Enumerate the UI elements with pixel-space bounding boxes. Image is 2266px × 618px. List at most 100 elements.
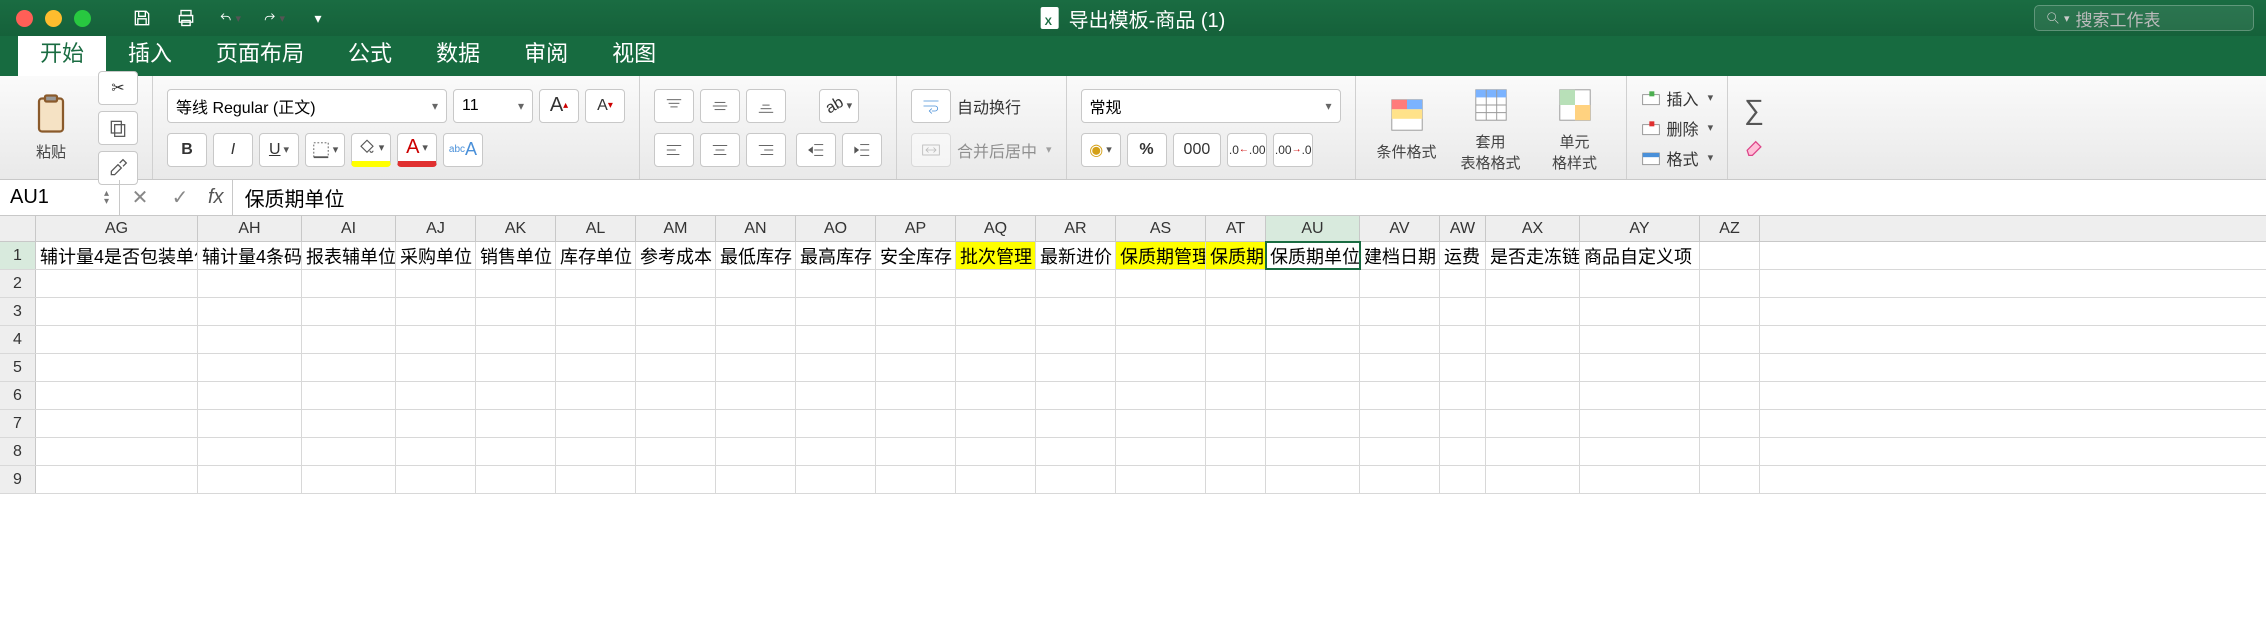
cell-AU3[interactable] — [1266, 298, 1360, 325]
cell-AT1[interactable]: 保质期 — [1206, 242, 1266, 269]
cell-AJ3[interactable] — [396, 298, 476, 325]
col-header-AZ[interactable]: AZ — [1700, 216, 1760, 241]
number-format-combo[interactable]: 常规▾ — [1081, 89, 1341, 123]
cell-AU5[interactable] — [1266, 354, 1360, 381]
row-header-9[interactable]: 9 — [0, 466, 36, 493]
col-header-AY[interactable]: AY — [1580, 216, 1700, 241]
cell-AK1[interactable]: 销售单位 — [476, 242, 556, 269]
cell-AN3[interactable] — [716, 298, 796, 325]
cell-AZ9[interactable] — [1700, 466, 1760, 493]
cell-AI5[interactable] — [302, 354, 396, 381]
cell-AY7[interactable] — [1580, 410, 1700, 437]
cell-AR3[interactable] — [1036, 298, 1116, 325]
cell-AU4[interactable] — [1266, 326, 1360, 353]
align-right-button[interactable] — [746, 133, 786, 167]
cell-AT7[interactable] — [1206, 410, 1266, 437]
cell-AM3[interactable] — [636, 298, 716, 325]
col-header-AJ[interactable]: AJ — [396, 216, 476, 241]
col-header-AW[interactable]: AW — [1440, 216, 1486, 241]
name-box[interactable]: AU1 ▴▾ — [0, 180, 120, 215]
cell-AY1[interactable]: 商品自定义项 — [1580, 242, 1700, 269]
cell-AI6[interactable] — [302, 382, 396, 409]
cell-AI4[interactable] — [302, 326, 396, 353]
cell-AW6[interactable] — [1440, 382, 1486, 409]
cell-AT6[interactable] — [1206, 382, 1266, 409]
cell-AV5[interactable] — [1360, 354, 1440, 381]
cell-AX5[interactable] — [1486, 354, 1580, 381]
accounting-format-button[interactable]: ◉▾ — [1081, 133, 1121, 167]
cell-AH5[interactable] — [198, 354, 302, 381]
col-header-AO[interactable]: AO — [796, 216, 876, 241]
italic-button[interactable]: I — [213, 133, 253, 167]
cell-AM8[interactable] — [636, 438, 716, 465]
zoom-window-button[interactable] — [74, 10, 91, 27]
cell-AQ8[interactable] — [956, 438, 1036, 465]
cell-AO1[interactable]: 最高库存 — [796, 242, 876, 269]
cell-AK5[interactable] — [476, 354, 556, 381]
cell-AX2[interactable] — [1486, 270, 1580, 297]
col-header-AG[interactable]: AG — [36, 216, 198, 241]
underline-button[interactable]: U▾ — [259, 133, 299, 167]
font-color-button[interactable]: A▾ — [397, 133, 437, 167]
align-top-button[interactable] — [654, 89, 694, 123]
cell-AL1[interactable]: 库存单位 — [556, 242, 636, 269]
cell-AY8[interactable] — [1580, 438, 1700, 465]
row-header-2[interactable]: 2 — [0, 270, 36, 297]
cell-AI8[interactable] — [302, 438, 396, 465]
name-box-stepper[interactable]: ▴▾ — [104, 190, 109, 206]
col-header-AI[interactable]: AI — [302, 216, 396, 241]
col-header-AH[interactable]: AH — [198, 216, 302, 241]
delete-cells-button[interactable]: 删除▾ — [1641, 116, 1714, 140]
cell-AP7[interactable] — [876, 410, 956, 437]
cell-AM5[interactable] — [636, 354, 716, 381]
col-header-AT[interactable]: AT — [1206, 216, 1266, 241]
cell-AW3[interactable] — [1440, 298, 1486, 325]
cell-AP5[interactable] — [876, 354, 956, 381]
cell-AH8[interactable] — [198, 438, 302, 465]
cell-AZ7[interactable] — [1700, 410, 1760, 437]
cell-AO2[interactable] — [796, 270, 876, 297]
cell-AQ1[interactable]: 批次管理 — [956, 242, 1036, 269]
cell-AT2[interactable] — [1206, 270, 1266, 297]
col-header-AL[interactable]: AL — [556, 216, 636, 241]
cell-AO9[interactable] — [796, 466, 876, 493]
cell-AP1[interactable]: 安全库存 — [876, 242, 956, 269]
cell-AZ2[interactable] — [1700, 270, 1760, 297]
cell-AZ3[interactable] — [1700, 298, 1760, 325]
cell-AP8[interactable] — [876, 438, 956, 465]
cell-AP3[interactable] — [876, 298, 956, 325]
cell-AT8[interactable] — [1206, 438, 1266, 465]
row-header-8[interactable]: 8 — [0, 438, 36, 465]
cell-AM6[interactable] — [636, 382, 716, 409]
row-header-7[interactable]: 7 — [0, 410, 36, 437]
cell-AR5[interactable] — [1036, 354, 1116, 381]
cell-AG5[interactable] — [36, 354, 198, 381]
cell-AR9[interactable] — [1036, 466, 1116, 493]
cell-AK8[interactable] — [476, 438, 556, 465]
cell-AM4[interactable] — [636, 326, 716, 353]
cell-AQ2[interactable] — [956, 270, 1036, 297]
cell-AV4[interactable] — [1360, 326, 1440, 353]
cell-AQ6[interactable] — [956, 382, 1036, 409]
select-all-corner[interactable] — [0, 216, 36, 241]
cell-AZ1[interactable] — [1700, 242, 1760, 269]
cell-AJ2[interactable] — [396, 270, 476, 297]
cell-AX7[interactable] — [1486, 410, 1580, 437]
cell-AH3[interactable] — [198, 298, 302, 325]
wrap-text-button[interactable]: 自动换行 — [911, 89, 1021, 123]
cell-AV8[interactable] — [1360, 438, 1440, 465]
row-header-1[interactable]: 1 — [0, 242, 36, 269]
decrease-decimal-button[interactable]: .00→.0 — [1273, 133, 1313, 167]
cell-AO4[interactable] — [796, 326, 876, 353]
cell-AJ7[interactable] — [396, 410, 476, 437]
cell-AJ5[interactable] — [396, 354, 476, 381]
undo-icon[interactable]: ▾ — [219, 7, 241, 29]
cell-AV9[interactable] — [1360, 466, 1440, 493]
insert-cells-button[interactable]: 插入▾ — [1641, 86, 1714, 110]
border-button[interactable]: ▾ — [305, 133, 345, 167]
clear-button[interactable] — [1742, 136, 1766, 161]
cell-AK7[interactable] — [476, 410, 556, 437]
cell-AQ9[interactable] — [956, 466, 1036, 493]
cell-AS3[interactable] — [1116, 298, 1206, 325]
cell-AG1[interactable]: 辅计量4是否包装单位 — [36, 242, 198, 269]
